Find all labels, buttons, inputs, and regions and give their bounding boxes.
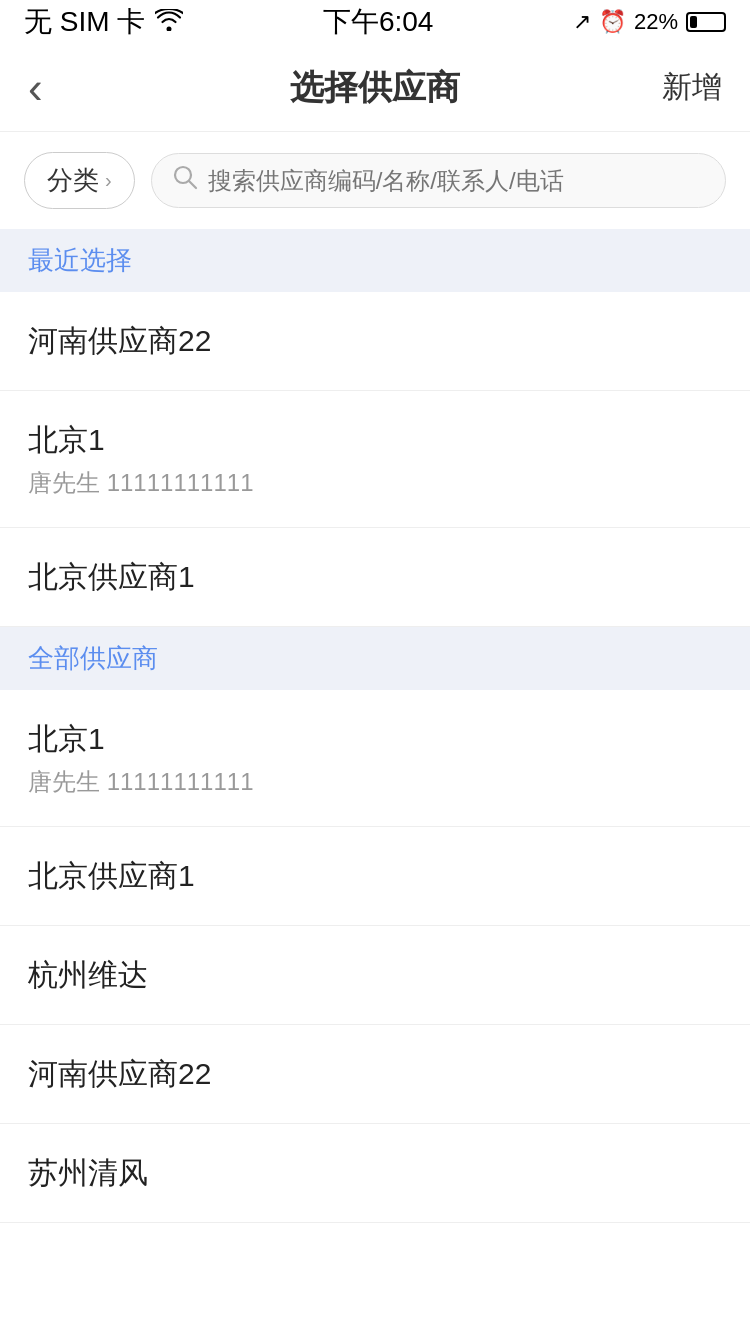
alarm-icon: ⏰: [599, 9, 626, 35]
category-button[interactable]: 分类 ›: [24, 152, 135, 209]
chevron-right-icon: ›: [105, 169, 112, 192]
list-item[interactable]: 北京1 唐先生 11111111111: [0, 690, 750, 827]
back-button[interactable]: ‹: [28, 63, 88, 113]
item-sub: 唐先生 11111111111: [28, 766, 722, 798]
time-display: 下午6:04: [323, 3, 434, 41]
wifi-icon: [155, 6, 183, 38]
list-item[interactable]: 北京供应商1: [0, 827, 750, 926]
list-item[interactable]: 河南供应商22: [0, 1025, 750, 1124]
item-name: 北京供应商1: [28, 855, 722, 897]
page-title: 选择供应商: [290, 65, 460, 111]
recent-list: 河南供应商22 北京1 唐先生 11111111111 北京供应商1: [0, 292, 750, 627]
item-name: 苏州清风: [28, 1152, 722, 1194]
svg-line-1: [189, 181, 196, 188]
carrier-wifi: 无 SIM 卡: [24, 3, 183, 41]
carrier-text: 无 SIM 卡: [24, 3, 145, 41]
search-box[interactable]: [151, 153, 726, 208]
search-input[interactable]: [208, 167, 705, 195]
all-label: 全部供应商: [28, 643, 158, 673]
status-bar: 无 SIM 卡 下午6:04 ↗ ⏰ 22%: [0, 0, 750, 44]
system-icons: ↗ ⏰ 22%: [573, 9, 726, 35]
list-item[interactable]: 苏州清风: [0, 1124, 750, 1223]
item-name: 杭州维达: [28, 954, 722, 996]
recent-label: 最近选择: [28, 245, 132, 275]
list-item[interactable]: 杭州维达: [0, 926, 750, 1025]
list-item[interactable]: 北京1 唐先生 11111111111: [0, 391, 750, 528]
battery-icon: [686, 12, 726, 32]
battery-percent: 22%: [634, 9, 678, 35]
search-icon: [172, 164, 198, 197]
all-section-header: 全部供应商: [0, 627, 750, 690]
item-name: 河南供应商22: [28, 1053, 722, 1095]
item-name: 河南供应商22: [28, 320, 722, 362]
item-name: 北京1: [28, 419, 722, 461]
all-list: 北京1 唐先生 11111111111 北京供应商1 杭州维达河南供应商22 苏州清风: [0, 690, 750, 1223]
item-sub: 唐先生 11111111111: [28, 467, 722, 499]
nav-bar: ‹ 选择供应商 新增: [0, 44, 750, 132]
filter-bar: 分类 ›: [0, 132, 750, 229]
recent-section-header: 最近选择: [0, 229, 750, 292]
location-icon: ↗: [573, 9, 591, 35]
item-name: 北京供应商1: [28, 556, 722, 598]
add-button[interactable]: 新增: [662, 67, 722, 108]
list-item[interactable]: 北京供应商1: [0, 528, 750, 627]
category-label: 分类: [47, 163, 99, 198]
list-item[interactable]: 河南供应商22: [0, 292, 750, 391]
item-name: 北京1: [28, 718, 722, 760]
